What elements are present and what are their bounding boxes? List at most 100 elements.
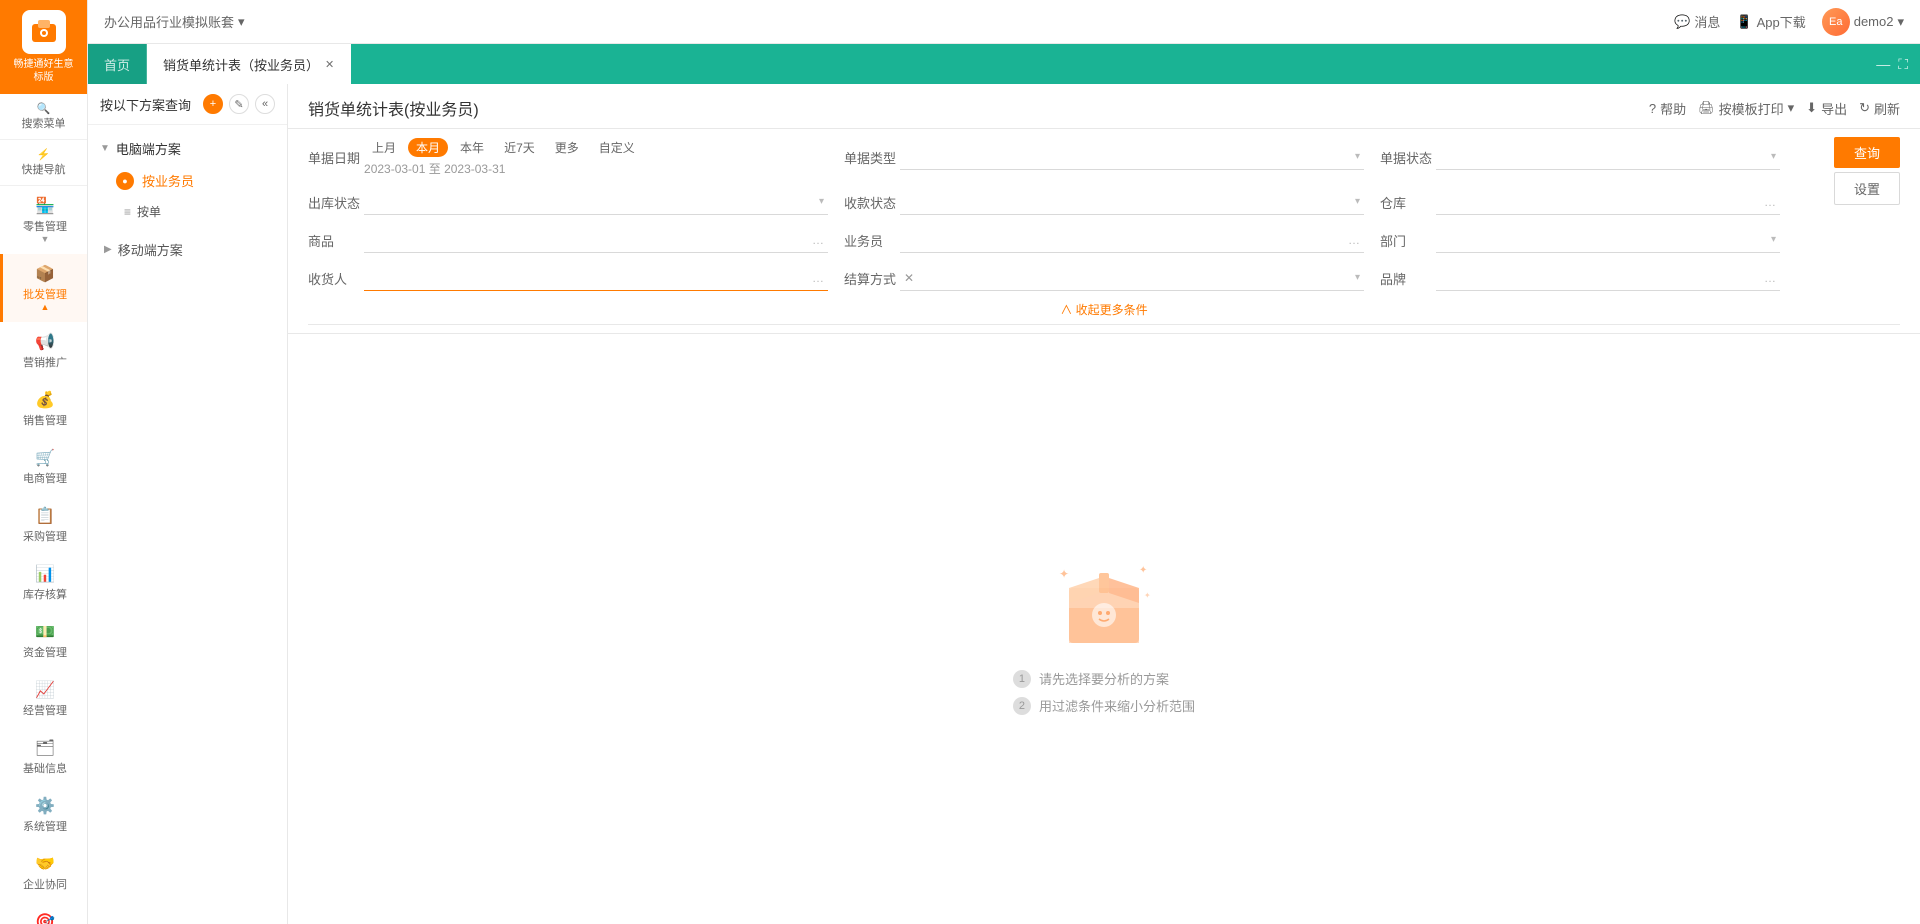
tab-home[interactable]: 首页 [88,44,147,84]
topbar-left: 办公用品行业模拟账套 ▾ [104,12,245,31]
left-panel-title: 按以下方案查询 [100,95,191,114]
doc-type-input[interactable]: ▾ [900,144,1364,170]
collapse-more-btn[interactable]: ∧ 收起更多条件 [308,295,1900,325]
edit-scheme-btn[interactable]: ✎ [229,94,249,114]
desktop-scheme-header[interactable]: ▼ 电脑端方案 [88,133,287,164]
system-label: 系统管理 [23,818,67,834]
sidebar-item-finance[interactable]: 💵 资金管理 [0,612,87,670]
page-title: 销货单统计表(按业务员) [308,96,479,120]
purchase-label: 采购管理 [23,528,67,544]
tab-sales-stat[interactable]: 销货单统计表（按业务员） ✕ [147,44,351,84]
finance-icon: 💵 [35,622,55,642]
minimize-icon[interactable]: — [1876,56,1890,72]
sidebar-item-marketing[interactable]: 📢 营销推广 [0,322,87,380]
company-selector[interactable]: 办公用品行业模拟账套 ▾ [104,12,245,31]
refresh-btn[interactable]: ↻ 刷新 [1859,99,1900,118]
sidebar-item-base[interactable]: 🗂 基础信息 [0,728,87,786]
sidebar-quick-nav-item[interactable]: ⚡ 快捷导航 [0,140,87,186]
scheme-item-by-sales[interactable]: ● 按业务员 [88,164,287,197]
app-subtitle: 标版 [34,71,54,84]
payment-method-input[interactable]: ✕ ▾ [900,265,1364,291]
ecommerce-label: 电商管理 [23,470,67,486]
user-menu[interactable]: Ea demo2 ▾ [1822,8,1904,36]
sidebar-item-corp[interactable]: 🤝 企业协同 [0,844,87,902]
filter-date: 单据日期 上月 本月 本年 近7天 更多 自定义 [308,137,828,177]
sidebar-item-purchase[interactable]: 📋 采购管理 [0,496,87,554]
filter-warehouse: 仓库 … [1380,189,1900,215]
sidebar-item-wholesale[interactable]: 📦 批发管理 ▲ [0,254,87,322]
desktop-scheme-group: ▼ 电脑端方案 ● 按业务员 ≡ 按单 [88,125,287,234]
filter-doc-type: 单据类型 ▾ [844,144,1364,170]
mobile-scheme-header[interactable]: ▶ 移动端方案 [88,234,287,265]
collapse-panel-btn[interactable]: « [255,94,275,114]
search-label: 搜索菜单 [0,115,87,131]
finance-label: 资金管理 [23,644,67,660]
message-btn[interactable]: 💬 消息 [1674,12,1720,31]
message-icon: 💬 [1674,14,1690,30]
date-tab-custom[interactable]: 自定义 [591,137,643,158]
sidebar-search-item[interactable]: 🔍 搜索菜单 [0,94,87,140]
dept-input[interactable]: ▾ [1436,227,1780,253]
ecommerce-icon: 🛒 [35,448,55,468]
dept-arrow: ▾ [1771,234,1776,245]
date-tab-this-month[interactable]: 本月 [408,138,448,157]
filter-goods: 商品 … [308,227,828,253]
app-download-btn[interactable]: 📱 App下载 [1736,12,1805,31]
template-print-label: 按模板打印 [1719,99,1784,118]
sales-icon: 💰 [35,390,55,410]
export-label: 导出 [1821,99,1847,118]
sidebar-item-inventory[interactable]: 📊 库存核算 [0,554,87,612]
warehouse-input[interactable]: … [1436,189,1780,215]
page-content: 按以下方案查询 + ✎ « ▼ 电脑端方案 ● 按业务员 ≡ 按单 [88,84,1920,924]
tab-close-icon[interactable]: ✕ [325,58,334,71]
app-logo: 畅捷通好生意 标版 [0,0,87,94]
brand-input[interactable]: … [1436,265,1780,291]
settings-btn[interactable]: 设置 [1834,172,1900,205]
doc-status-input[interactable]: ▾ [1436,144,1780,170]
help-label: 帮助 [1660,99,1686,118]
filter-receipt-status: 收款状态 ▾ [844,189,1364,215]
newbie-icon: 🎯 [35,912,55,924]
receipt-status-label: 收款状态 [844,193,896,212]
hint-text-2: 用过滤条件来缩小分析范围 [1039,696,1195,715]
warehouse-label: 仓库 [1380,193,1432,212]
add-scheme-btn[interactable]: + [203,94,223,114]
help-btn[interactable]: ? 帮助 [1649,99,1686,118]
date-tab-last-month[interactable]: 上月 [364,137,404,158]
date-tab-more[interactable]: 更多 [547,137,587,158]
filter-salesperson: 业务员 … [844,227,1364,253]
sidebar-item-system[interactable]: ⚙️ 系统管理 [0,786,87,844]
payment-method-label: 结算方式 [844,269,896,288]
scheme-item-by-sales-label: 按业务员 [142,171,194,190]
sidebar-item-sales[interactable]: 💰 销售管理 [0,380,87,438]
sidebar-item-ops[interactable]: 📈 经营管理 [0,670,87,728]
maximize-icon[interactable]: ⛶ [1898,56,1908,73]
sidebar-item-newbie[interactable]: 🎯 新手引导 [0,902,87,924]
sales-label: 销售管理 [23,412,67,428]
recipient-dots: … [812,271,824,285]
payment-method-close-icon[interactable]: ✕ [904,271,914,285]
recipient-input[interactable]: … [364,265,828,291]
empty-state: ✦ ✦ ✦ 1 请先选择要分析的方案 2 用过滤条件来缩小分析范围 [288,334,1920,924]
hint-text-1: 请先选择要分析的方案 [1039,669,1169,688]
date-tab-this-year[interactable]: 本年 [452,137,492,158]
goods-input[interactable]: … [364,227,828,253]
out-status-input[interactable]: ▾ [364,189,828,215]
tab-sales-stat-label: 销货单统计表（按业务员） [163,55,319,74]
empty-state-hints: 1 请先选择要分析的方案 2 用过滤条件来缩小分析范围 [1013,669,1195,715]
date-tab-7days[interactable]: 近7天 [496,137,543,158]
template-print-btn[interactable]: 🖨 按模板打印 ▾ [1698,99,1794,118]
scheme-sub-item-by-order[interactable]: ≡ 按单 [88,197,287,226]
filter-out-status: 出库状态 ▾ [308,189,828,215]
query-btn[interactable]: 查询 [1834,137,1900,168]
wholesale-label: 批发管理 [23,286,67,302]
sidebar-nav: 🏪 零售管理 ▼ 📦 批发管理 ▲ 📢 营销推广 💰 销售管理 🛒 电商管理 📋… [0,186,87,924]
sidebar-item-ecommerce[interactable]: 🛒 电商管理 [0,438,87,496]
base-label: 基础信息 [23,760,67,776]
export-btn[interactable]: ⬇ 导出 [1806,99,1847,118]
sidebar-item-retail[interactable]: 🏪 零售管理 ▼ [0,186,87,254]
salesperson-input[interactable]: … [900,227,1364,253]
receipt-status-input[interactable]: ▾ [900,189,1364,215]
wholesale-icon: 📦 [35,264,55,284]
user-avatar: Ea [1822,8,1850,36]
